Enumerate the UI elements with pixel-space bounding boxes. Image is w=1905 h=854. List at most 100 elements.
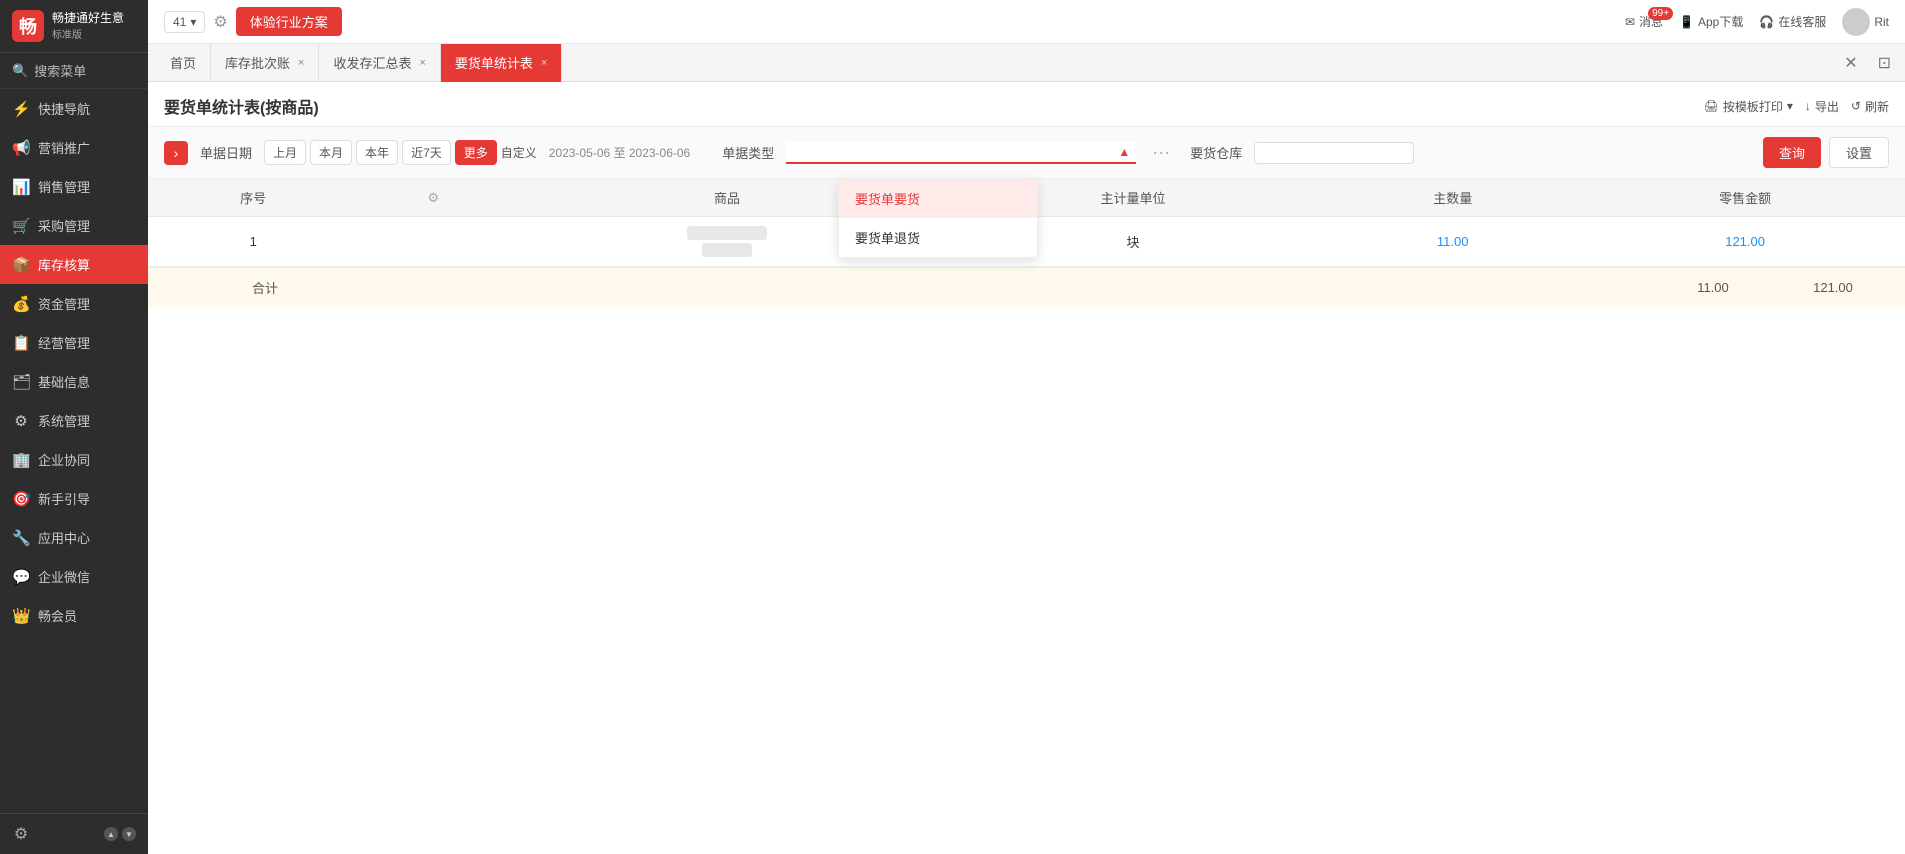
- sidebar-item-inventory[interactable]: 📦 库存核算: [0, 245, 148, 284]
- date-btn-this-year[interactable]: 本年: [356, 140, 398, 165]
- settings-gear-icon[interactable]: ⚙: [213, 12, 227, 32]
- sidebar-label-system: 系统管理: [38, 411, 90, 430]
- tab-inventory-batch-close[interactable]: ×: [298, 57, 304, 69]
- sidebar-icon-marketing: 📢: [12, 139, 30, 157]
- date-range-display: 2023-05-06 至 2023-06-06: [549, 144, 690, 161]
- type-select[interactable]: ▲: [786, 142, 1136, 164]
- warehouse-input[interactable]: [1254, 142, 1414, 164]
- tab-inventory-batch[interactable]: 库存批次账 ×: [211, 44, 319, 82]
- topbar-left: 41 ▾ ⚙ 体验行业方案: [164, 7, 1615, 36]
- tab-maximize-btn[interactable]: ⊡: [1872, 51, 1897, 75]
- query-btn[interactable]: 查询: [1763, 137, 1821, 168]
- tab-order-stats[interactable]: 要货单统计表 ×: [441, 44, 562, 82]
- dropdown-item-0[interactable]: 要货单要货: [839, 179, 1037, 218]
- topbar-right: ✉ 消息 99+ 📱 App下载 🎧 在线客服 Rit: [1625, 8, 1889, 36]
- amount-link[interactable]: 121.00: [1725, 234, 1765, 249]
- filter-bar: › 单据日期 上月 本月 本年 近7天 更多 自定义 2023-05-06 至 …: [148, 127, 1905, 179]
- type-label: 单据类型: [722, 143, 774, 162]
- tab-collect-summary[interactable]: 收发存汇总表 ×: [319, 44, 440, 82]
- date-btn-last7days[interactable]: 近7天: [402, 140, 451, 165]
- col-amount: 零售金额: [1585, 179, 1905, 217]
- online-service-item[interactable]: 🎧 在线客服: [1759, 13, 1826, 30]
- logo-subtitle: 标准版: [52, 26, 124, 41]
- sidebar-label-enterprise: 企业协同: [38, 450, 90, 469]
- settings-icon[interactable]: ⚙: [12, 824, 30, 844]
- app-download-label: App下载: [1698, 13, 1743, 30]
- content-area: 要货单统计表(按商品) 🖨 按模板打印 ▾ ↓ 导出 ↺ 刷新 ›: [148, 82, 1905, 854]
- col-settings[interactable]: ⚙: [358, 179, 508, 217]
- sidebar-label-operations: 经营管理: [38, 333, 90, 352]
- sidebar-item-system[interactable]: ⚙ 系统管理: [0, 401, 148, 440]
- filter-toggle-btn[interactable]: ›: [164, 141, 188, 165]
- page-actions: 🖨 按模板打印 ▾ ↓ 导出 ↺ 刷新: [1704, 98, 1889, 115]
- template-print-btn[interactable]: 🖨 按模板打印 ▾: [1704, 98, 1793, 115]
- company-chevron-icon: ▾: [190, 15, 196, 29]
- sidebar-item-guide[interactable]: 🎯 新手引导: [0, 479, 148, 518]
- sidebar-item-member[interactable]: 👑 畅会员: [0, 596, 148, 635]
- sidebar-scroll-up[interactable]: ▲: [104, 827, 118, 841]
- logo-title: 畅捷通好生意: [52, 11, 124, 27]
- sidebar-item-wechat[interactable]: 💬 企业微信: [0, 557, 148, 596]
- export-btn[interactable]: ↓ 导出: [1805, 98, 1839, 115]
- print-chevron-icon: ▾: [1787, 99, 1793, 113]
- sidebar-label-guide: 新手引导: [38, 489, 90, 508]
- sidebar-item-app-center[interactable]: 🔧 应用中心: [0, 518, 148, 557]
- sidebar-item-marketing[interactable]: 📢 营销推广: [0, 128, 148, 167]
- avatar: [1842, 8, 1870, 36]
- refresh-btn[interactable]: ↺ 刷新: [1851, 98, 1889, 115]
- col-quantity: 主数量: [1320, 179, 1585, 217]
- tab-collect-summary-close[interactable]: ×: [419, 57, 425, 69]
- headset-icon: 🎧: [1759, 15, 1774, 29]
- company-select[interactable]: 41 ▾: [164, 11, 205, 33]
- sidebar-search[interactable]: 🔍 搜索菜单: [0, 53, 148, 89]
- footer-amount: 121.00: [1773, 280, 1893, 295]
- sidebar-item-enterprise[interactable]: 🏢 企业协同: [0, 440, 148, 479]
- sidebar-icon-base: 🗂: [12, 373, 30, 391]
- sidebar-item-operations[interactable]: 📋 经营管理: [0, 323, 148, 362]
- sidebar-scroll-down[interactable]: ▼: [122, 827, 136, 841]
- row-amount: 121.00: [1585, 217, 1905, 267]
- sidebar-item-quick-nav[interactable]: ⚡ 快捷导航: [0, 89, 148, 128]
- app-download-item[interactable]: 📱 App下载: [1679, 13, 1743, 30]
- tab-close-all-btn[interactable]: ✕: [1838, 51, 1863, 75]
- page-title: 要货单统计表(按商品): [164, 94, 319, 118]
- tab-home[interactable]: 首页: [156, 44, 211, 82]
- app-icon: 📱: [1679, 15, 1694, 29]
- date-btn-last-month[interactable]: 上月: [264, 140, 306, 165]
- sidebar-icon-system: ⚙: [12, 412, 30, 430]
- dropdown-item-1[interactable]: 要货单退货: [839, 218, 1037, 257]
- main-area: 41 ▾ ⚙ 体验行业方案 ✉ 消息 99+ 📱 App下载 🎧 在线客服 R: [148, 0, 1905, 854]
- sidebar-icon-app-center: 🔧: [12, 529, 30, 547]
- sidebar-item-purchase[interactable]: 🛒 采购管理: [0, 206, 148, 245]
- sidebar-item-finance[interactable]: 💰 资金管理: [0, 284, 148, 323]
- template-print-label: 按模板打印: [1723, 98, 1783, 115]
- sidebar-icon-sales: 📊: [12, 178, 30, 196]
- logo-icon: 畅: [12, 10, 44, 42]
- tab-collect-summary-label: 收发存汇总表: [333, 53, 411, 72]
- refresh-icon: ↺: [1851, 99, 1861, 113]
- sidebar-label-inventory: 库存核算: [38, 255, 90, 274]
- date-btn-more[interactable]: 更多: [455, 140, 497, 165]
- product-code-skeleton: [702, 243, 752, 257]
- sidebar-label-base: 基础信息: [38, 372, 90, 391]
- sidebar-icon-purchase: 🛒: [12, 217, 30, 235]
- quantity-link[interactable]: 11.00: [1437, 234, 1469, 249]
- tab-order-stats-close[interactable]: ×: [541, 57, 547, 69]
- settings-btn[interactable]: 设置: [1829, 137, 1889, 168]
- trial-btn[interactable]: 体验行业方案: [236, 7, 342, 36]
- print-icon: 🖨: [1704, 99, 1719, 113]
- date-btn-this-month[interactable]: 本月: [310, 140, 352, 165]
- date-buttons: 上月 本月 本年 近7天 更多 自定义: [264, 140, 537, 165]
- product-name-skeleton: [687, 226, 767, 240]
- footer-label: 合计: [240, 278, 290, 297]
- user-avatar-item[interactable]: Rit: [1842, 8, 1889, 36]
- sidebar-item-sales[interactable]: 📊 销售管理: [0, 167, 148, 206]
- message-item[interactable]: ✉ 消息 99+: [1625, 13, 1663, 30]
- tabbar-actions: ✕ ⊡: [1838, 51, 1897, 75]
- type-more-dots[interactable]: ···: [1152, 142, 1170, 163]
- footer-quantity: 11.00: [1653, 280, 1773, 295]
- type-dropdown: 要货单要货 要货单退货: [838, 178, 1038, 258]
- date-custom-btn[interactable]: 自定义: [501, 144, 537, 161]
- sidebar-item-base[interactable]: 🗂 基础信息: [0, 362, 148, 401]
- sidebar-logo: 畅 畅捷通好生意 标准版: [0, 0, 148, 53]
